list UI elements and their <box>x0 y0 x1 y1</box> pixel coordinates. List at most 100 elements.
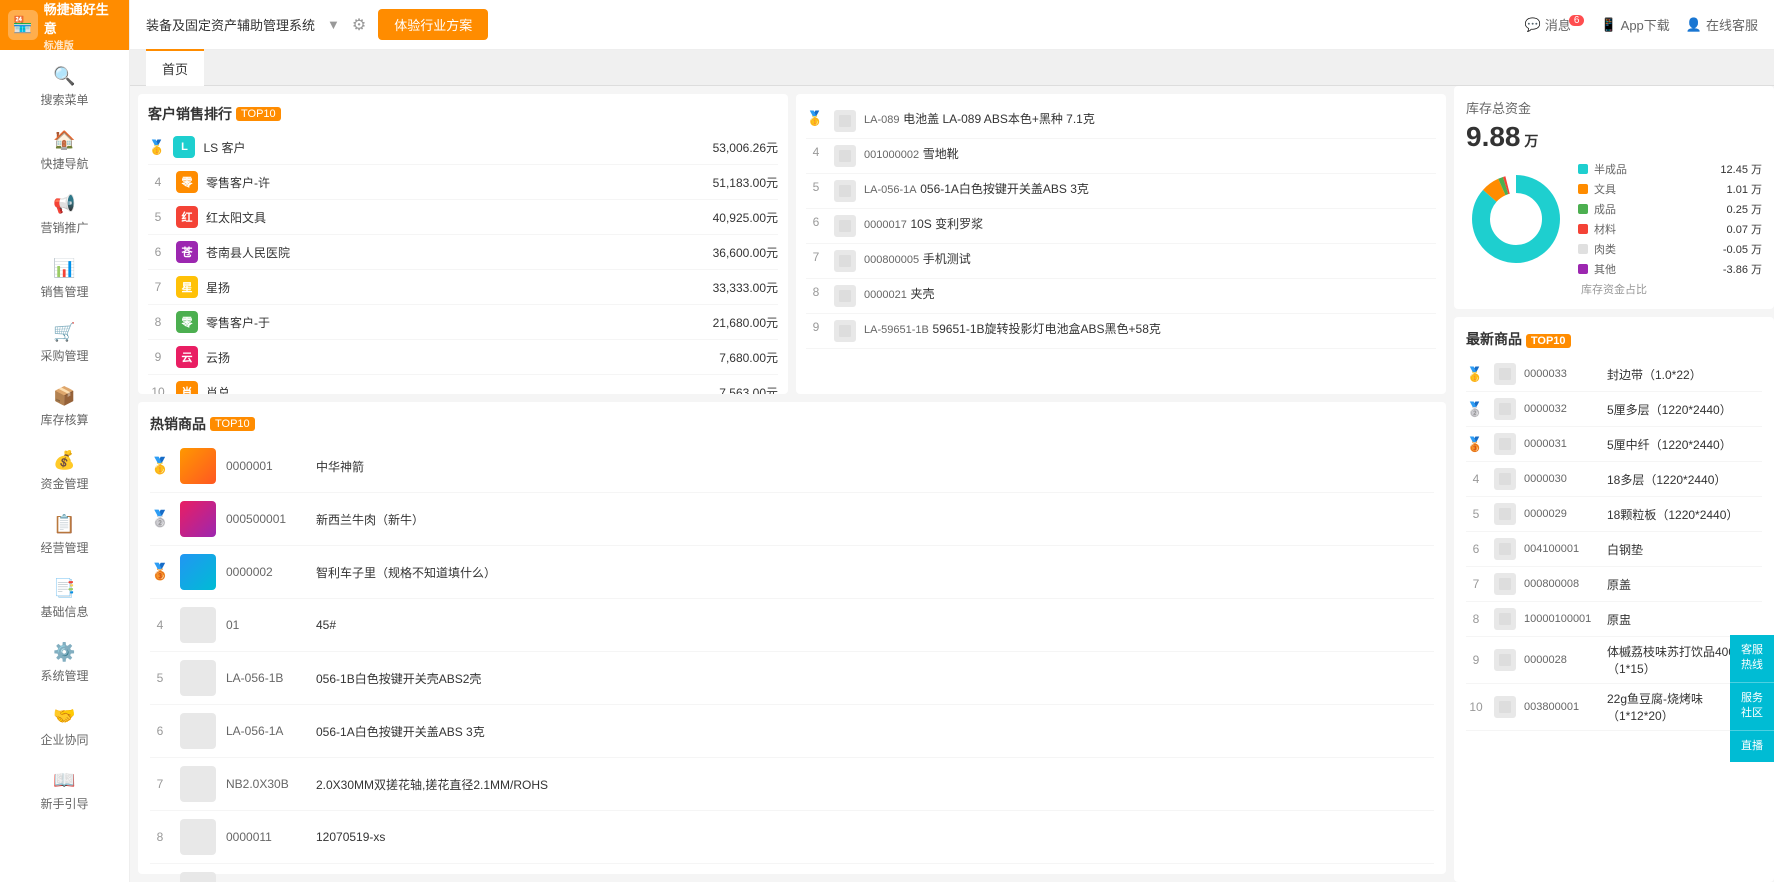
sidebar-item-新手引导[interactable]: 📖新手引导 <box>6 760 123 822</box>
product-info: 000800005 手机测试 <box>864 250 1436 267</box>
hot-products-list: 🥇0000001中华神箭🥈000500001新西兰牛肉（新牛）🥉0000002智… <box>150 440 1434 882</box>
product-rank-num: 8 <box>806 285 826 299</box>
newest-product-name: 18多层（1220*2440） <box>1607 471 1726 488</box>
product-sales-list: 🥇LA-089 电池盖 LA-089 ABS本色+黑种 7.1克40010000… <box>806 104 1436 349</box>
float-btn-live[interactable]: 直播 <box>1730 731 1774 762</box>
newest-rank-num: 9 <box>1466 653 1486 667</box>
sidebar-item-快捷导航[interactable]: 🏠 快捷导航 <box>6 120 123 182</box>
message-icon: 💬 <box>1525 17 1541 33</box>
legend-dot <box>1578 264 1588 274</box>
nav-icon: 📊 <box>53 258 75 279</box>
tab-home[interactable]: 首页 <box>146 49 204 86</box>
hot-product-item: 8000001112070519-xs <box>150 811 1434 864</box>
dropdown-arrow-icon[interactable]: ▼ <box>327 17 340 32</box>
customer-name: 零售客户-许 <box>206 174 705 191</box>
sidebar-item-基础信息[interactable]: 📑基础信息 <box>6 568 123 630</box>
customer-badge: L <box>173 136 195 158</box>
float-btn-service[interactable]: 客服热线 <box>1730 635 1774 683</box>
nav-label: 基础信息 <box>40 603 88 620</box>
donut-chart <box>1466 169 1566 269</box>
app-download-label: App下载 <box>1621 15 1670 34</box>
hot-product-code: 0000011 <box>226 830 306 844</box>
customer-name: 红太阳文具 <box>206 209 705 226</box>
newest-rank-num: 8 <box>1466 612 1486 626</box>
nav-icon: 🏠 <box>53 130 75 151</box>
sidebar-item-系统管理[interactable]: ⚙️系统管理 <box>6 632 123 694</box>
rank-number: 5 <box>148 210 168 224</box>
product-rank-num: 6 <box>806 215 826 229</box>
newest-product-code: 0000033 <box>1524 368 1599 380</box>
sidebar-item-企业协同[interactable]: 🤝企业协同 <box>6 696 123 758</box>
sidebar-item-库存核算[interactable]: 📦库存核算 <box>6 376 123 438</box>
product-ranking-card: 🥇LA-089 电池盖 LA-089 ABS本色+黑种 7.1克40010000… <box>796 94 1446 394</box>
hot-product-name: 45# <box>316 618 336 632</box>
online-service-label: 在线客服 <box>1706 15 1758 34</box>
hot-product-name: 中华神箭 <box>316 458 364 475</box>
content-area: 客户销售排行 TOP10 🥇LLS 客户53,006.26元4零零售客户-许51… <box>130 86 1774 882</box>
newest-products-list: 🥇0000033封边带（1.0*22）🥈00000325厘多层（1220*244… <box>1466 357 1762 731</box>
product-name: 056-1A白色按键开关盖ABS 3克 <box>920 182 1089 196</box>
sidebar-item-搜索菜单[interactable]: 🔍搜索菜单 <box>6 56 123 118</box>
newest-product-code: 10000100001 <box>1524 613 1599 625</box>
newest-products-card: 最新商品 TOP10 🥇0000033封边带（1.0*22）🥈00000325厘… <box>1454 317 1774 882</box>
customer-rank-item: 4零零售客户-许51,183.00元 <box>148 165 778 200</box>
hot-product-item: 7NB2.0X30B2.0X30MM双搓花轴,搓花直径2.1MM/ROHS <box>150 758 1434 811</box>
hot-products-badge: TOP10 <box>210 417 255 431</box>
hot-medal-icon: 🥈 <box>150 509 170 529</box>
product-code: 001000002 <box>864 149 919 161</box>
hot-product-name: 12070519-xs <box>316 830 385 844</box>
sidebar: 🏪 畅捷通好生意 标准版 🔍搜索菜单 🏠 快捷导航 📢营销推广📊销售管理🛒采购管理📦库… <box>0 0 130 882</box>
product-rank-num: 4 <box>806 145 826 159</box>
legend-item: 成品0.25 万 <box>1578 201 1762 217</box>
hot-product-code: LA-056-1B <box>226 671 306 685</box>
product-sales-item: 5 LA-056-1A 056-1A白色按键开关盖ABS 3克 <box>806 174 1436 209</box>
product-rank-num: 7 <box>806 250 826 264</box>
product-sales-item: 7 000800005 手机测试 <box>806 244 1436 279</box>
float-btn-community[interactable]: 服务社区 <box>1730 683 1774 731</box>
legend-value: -3.86 万 <box>1723 261 1762 277</box>
nav-icon: ⚙️ <box>53 642 75 663</box>
hot-product-code: LA-056-1A <box>226 724 306 738</box>
newest-product-img <box>1494 608 1516 630</box>
newest-top10-badge: TOP10 <box>1526 334 1571 348</box>
online-service-action[interactable]: 👤 在线客服 <box>1686 15 1758 34</box>
newest-product-img <box>1494 433 1516 455</box>
product-info: LA-056-1A 056-1A白色按键开关盖ABS 3克 <box>864 180 1436 197</box>
rank-number: 10 <box>148 385 168 394</box>
hot-medal-icon: 🥉 <box>150 562 170 582</box>
hot-product-img-placeholder <box>180 872 216 882</box>
app-download-action[interactable]: 📱 App下载 <box>1600 15 1669 34</box>
sidebar-item-资金管理[interactable]: 💰资金管理 <box>6 440 123 502</box>
product-rank-num: 5 <box>806 180 826 194</box>
message-badge: 6 <box>1569 15 1585 26</box>
hot-product-code: 0000001 <box>226 459 306 473</box>
inventory-card: 库存总资金 9.88 万 <box>1454 86 1774 309</box>
hot-product-code: 01 <box>226 618 306 632</box>
sidebar-item-营销推广[interactable]: 📢营销推广 <box>6 184 123 246</box>
sidebar-item-采购管理[interactable]: 🛒采购管理 <box>6 312 123 374</box>
hot-product-code: 000500001 <box>226 512 306 526</box>
sidebar-item-销售管理[interactable]: 📊销售管理 <box>6 248 123 310</box>
newest-product-item: 6004100001白钢垫 <box>1466 532 1762 567</box>
hot-product-item: 5LA-056-1B056-1B白色按键开关壳ABS2壳 <box>150 652 1434 705</box>
nav-icon: 📦 <box>53 386 75 407</box>
rank-number: 9 <box>148 350 168 364</box>
settings-gear-icon[interactable]: ⚙ <box>352 15 366 35</box>
newest-product-code: 0000029 <box>1524 508 1599 520</box>
sidebar-item-经营管理[interactable]: 📋经营管理 <box>6 504 123 566</box>
nav-icon: 💰 <box>53 450 75 471</box>
hot-product-name: 056-1A白色按键开关盖ABS 3克 <box>316 723 485 740</box>
hot-product-img <box>180 501 216 537</box>
header-actions: 💬 消息 6 📱 App下载 👤 在线客服 <box>1525 15 1758 34</box>
newest-product-code: 000800008 <box>1524 578 1599 590</box>
app-logo: 🏪 畅捷通好生意 标准版 <box>0 0 129 50</box>
legend-item: 文具1.01 万 <box>1578 181 1762 197</box>
logo-icon: 🏪 <box>8 10 38 40</box>
newest-product-item: 4000003018多层（1220*2440） <box>1466 462 1762 497</box>
main-area: 客户销售排行 TOP10 🥇LLS 客户53,006.26元4零零售客户-许51… <box>130 86 1454 882</box>
newest-product-img <box>1494 573 1516 595</box>
message-action[interactable]: 💬 消息 6 <box>1525 15 1585 34</box>
nav-icon: 🤝 <box>53 706 75 727</box>
trial-button[interactable]: 体验行业方案 <box>378 9 488 40</box>
nav-label: 快捷导航 <box>40 155 88 172</box>
